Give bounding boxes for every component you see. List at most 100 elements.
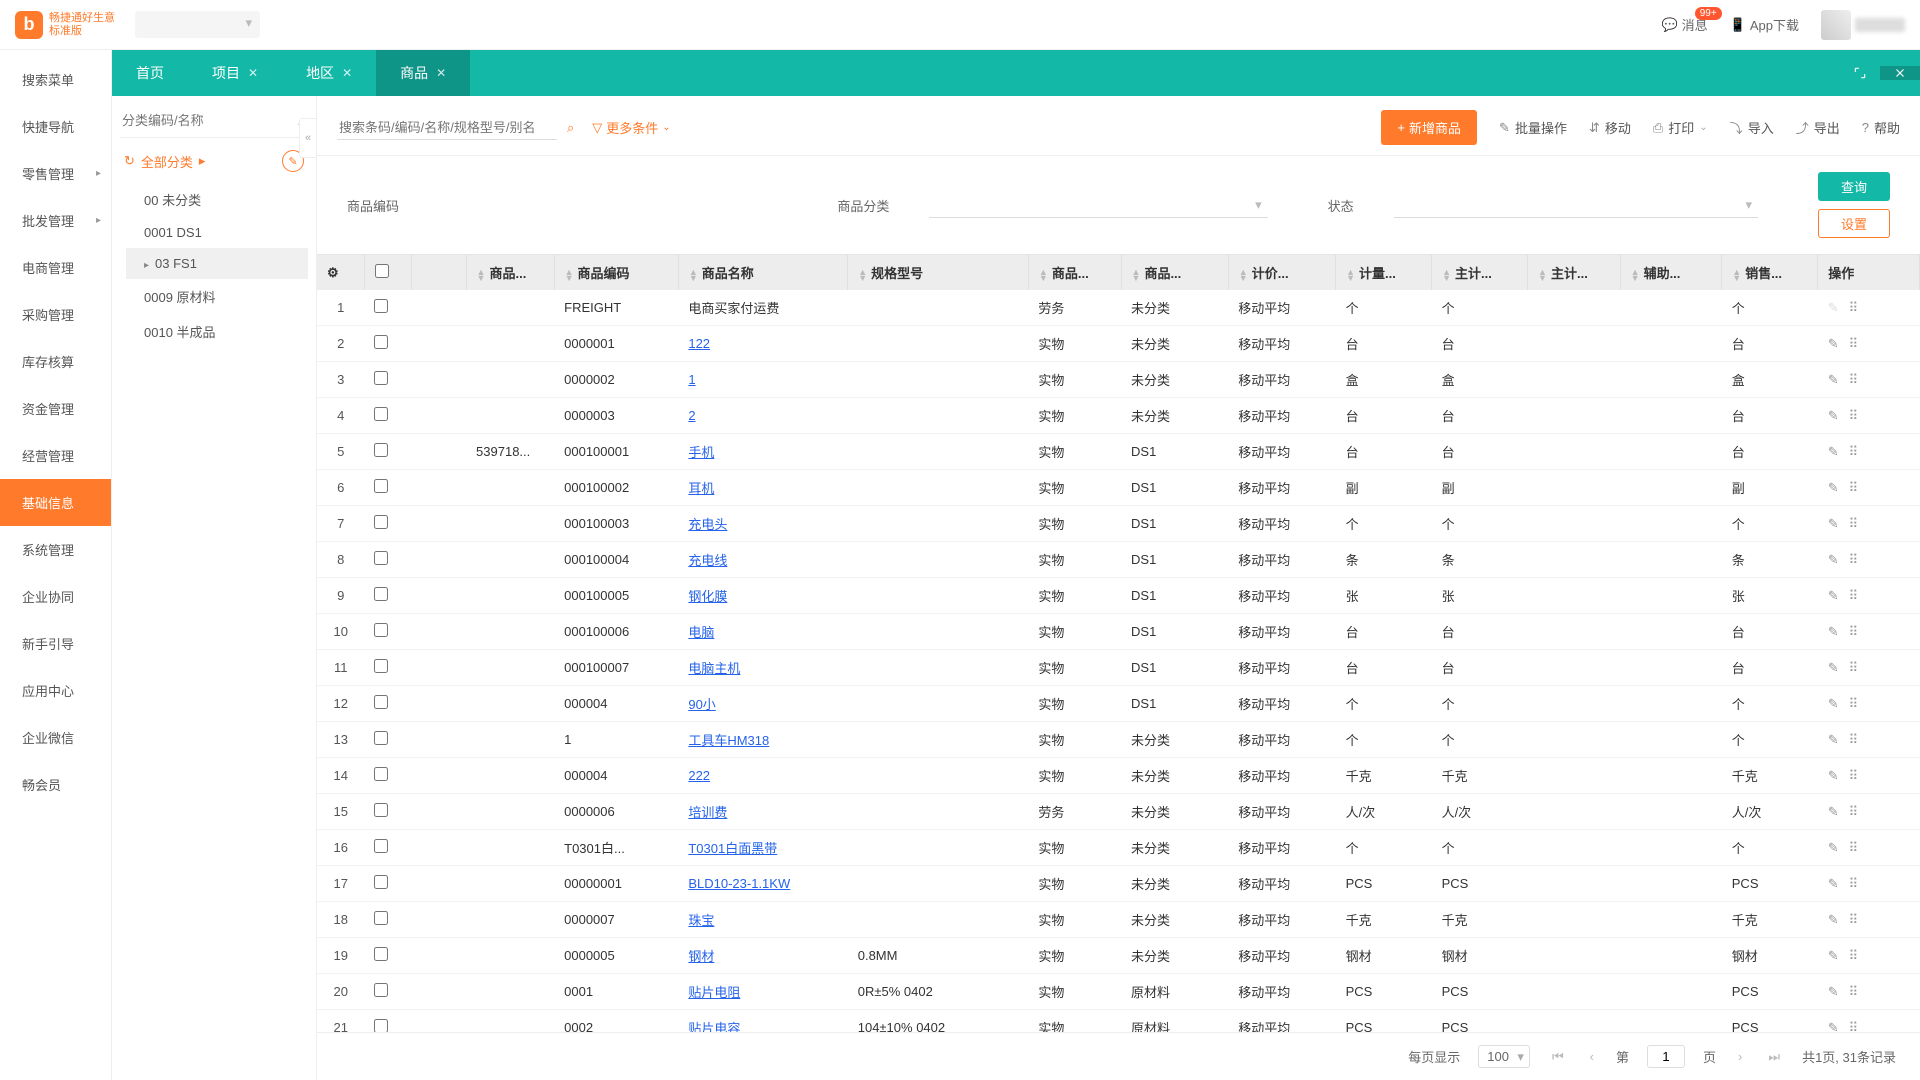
filter-status-select[interactable]: [1394, 193, 1758, 218]
product-name-link[interactable]: 充电线: [688, 553, 727, 568]
sidebar-item[interactable]: 企业协同: [0, 573, 111, 620]
sidebar-item[interactable]: 搜索菜单: [0, 56, 111, 103]
product-name-link[interactable]: 钢化膜: [688, 589, 727, 604]
category-node[interactable]: 00 未分类: [126, 182, 308, 217]
edit-icon[interactable]: ✎: [1828, 444, 1839, 459]
more-icon[interactable]: ⠿: [1849, 876, 1859, 891]
sidebar-item[interactable]: 电商管理: [0, 244, 111, 291]
toolbar-action[interactable]: ⤴导出: [1796, 118, 1840, 137]
row-checkbox[interactable]: [374, 299, 388, 313]
product-name-link[interactable]: 222: [688, 768, 710, 783]
more-icon[interactable]: ⠿: [1849, 912, 1859, 927]
prev-page-button[interactable]: ‹: [1586, 1049, 1598, 1064]
col-checkbox[interactable]: [364, 255, 411, 290]
table-row[interactable]: 1200000490小实物DS1移动平均个个个✎⠿: [317, 686, 1920, 722]
column-header[interactable]: ▲▼商品名称: [678, 255, 847, 290]
more-filters-toggle[interactable]: ▽ 更多条件 ⌄: [592, 118, 670, 137]
org-select[interactable]: [135, 11, 260, 38]
tab[interactable]: 地区✕: [282, 50, 376, 96]
product-name-link[interactable]: 钢材: [688, 949, 714, 964]
product-name-link[interactable]: 90小: [688, 697, 715, 712]
edit-icon[interactable]: ✎: [1828, 768, 1839, 783]
edit-icon[interactable]: ✎: [1828, 876, 1839, 891]
user-menu[interactable]: [1821, 10, 1905, 40]
edit-icon[interactable]: ✎: [1828, 696, 1839, 711]
column-header[interactable]: ▲▼主计...: [1528, 255, 1621, 290]
add-product-button[interactable]: + 新增商品: [1381, 110, 1477, 145]
category-node[interactable]: 0009 原材料: [126, 279, 308, 314]
settings-button[interactable]: 设置: [1818, 209, 1890, 238]
product-name-link[interactable]: 耳机: [688, 481, 714, 496]
tab[interactable]: 商品✕: [376, 50, 470, 96]
sidebar-item[interactable]: 快捷导航: [0, 103, 111, 150]
product-name-link[interactable]: 充电头: [688, 517, 727, 532]
more-icon[interactable]: ⠿: [1849, 516, 1859, 531]
more-icon[interactable]: ⠿: [1849, 444, 1859, 459]
row-checkbox[interactable]: [374, 839, 388, 853]
tab[interactable]: 项目✕: [188, 50, 282, 96]
row-checkbox[interactable]: [374, 947, 388, 961]
more-icon[interactable]: ⠿: [1849, 408, 1859, 423]
table-row[interactable]: 131工具车HM318实物未分类移动平均个个个✎⠿: [317, 722, 1920, 758]
filter-category-select[interactable]: [929, 193, 1267, 218]
more-icon[interactable]: ⠿: [1849, 624, 1859, 639]
table-row[interactable]: 11000100007电脑主机实物DS1移动平均台台台✎⠿: [317, 650, 1920, 686]
more-icon[interactable]: ⠿: [1849, 336, 1859, 351]
more-icon[interactable]: ⠿: [1849, 696, 1859, 711]
last-page-button[interactable]: ⏭: [1764, 1049, 1784, 1065]
row-checkbox[interactable]: [374, 659, 388, 673]
row-checkbox[interactable]: [374, 443, 388, 457]
edit-icon[interactable]: ✎: [1828, 732, 1839, 747]
sidebar-item[interactable]: 新手引导: [0, 620, 111, 667]
more-icon[interactable]: ⠿: [1849, 984, 1859, 999]
row-checkbox[interactable]: [374, 371, 388, 385]
edit-icon[interactable]: ✎: [1828, 1020, 1839, 1033]
sidebar-item[interactable]: 库存核算: [0, 338, 111, 385]
table-row[interactable]: 9000100005钢化膜实物DS1移动平均张张张✎⠿: [317, 578, 1920, 614]
next-page-button[interactable]: ›: [1734, 1049, 1746, 1064]
row-checkbox[interactable]: [374, 623, 388, 637]
column-header[interactable]: ▲▼计价...: [1228, 255, 1335, 290]
table-row[interactable]: 14000004222实物未分类移动平均千克千克千克✎⠿: [317, 758, 1920, 794]
product-name-link[interactable]: 贴片电容: [688, 1021, 740, 1032]
select-all-checkbox[interactable]: [375, 264, 389, 278]
row-checkbox[interactable]: [374, 551, 388, 565]
product-name-link[interactable]: 手机: [688, 445, 714, 460]
column-header[interactable]: ▲▼规格型号: [848, 255, 1029, 290]
row-checkbox[interactable]: [374, 803, 388, 817]
product-name-link[interactable]: 工具车HM318: [688, 733, 769, 748]
more-icon[interactable]: ⠿: [1849, 1020, 1859, 1033]
edit-icon[interactable]: ✎: [1828, 336, 1839, 351]
search-icon[interactable]: ⌕: [567, 120, 574, 136]
table-row[interactable]: 190000005钢材0.8MM实物未分类移动平均钢材钢材钢材✎⠿: [317, 938, 1920, 974]
close-all-tabs-button[interactable]: [1880, 66, 1920, 80]
query-button[interactable]: 查询: [1818, 172, 1890, 201]
edit-icon[interactable]: ✎: [1828, 660, 1839, 675]
refresh-icon[interactable]: ↻: [124, 153, 135, 169]
edit-icon[interactable]: ✎: [1828, 588, 1839, 603]
more-icon[interactable]: ⠿: [1849, 948, 1859, 963]
more-icon[interactable]: ⠿: [1849, 768, 1859, 783]
product-name-link[interactable]: T0301白面黑带: [688, 841, 777, 856]
fullscreen-button[interactable]: [1840, 66, 1880, 80]
row-checkbox[interactable]: [374, 695, 388, 709]
edit-icon[interactable]: ✎: [1828, 948, 1839, 963]
filter-code-input[interactable]: [439, 205, 777, 206]
close-icon[interactable]: ✕: [436, 66, 446, 80]
product-name-link[interactable]: 122: [688, 336, 710, 351]
toolbar-action[interactable]: ⎙打印⌄: [1653, 118, 1708, 137]
product-search-input[interactable]: [337, 116, 557, 140]
category-search-input[interactable]: [122, 113, 298, 128]
more-icon[interactable]: ⠿: [1849, 372, 1859, 387]
col-settings[interactable]: ⚙: [317, 255, 364, 290]
row-checkbox[interactable]: [374, 875, 388, 889]
edit-icon[interactable]: ✎: [1828, 408, 1839, 423]
more-icon[interactable]: ⠿: [1849, 552, 1859, 567]
row-checkbox[interactable]: [374, 983, 388, 997]
row-checkbox[interactable]: [374, 731, 388, 745]
sidebar-item[interactable]: 企业微信: [0, 714, 111, 761]
more-icon[interactable]: ⠿: [1849, 804, 1859, 819]
table-row[interactable]: 7000100003充电头实物DS1移动平均个个个✎⠿: [317, 506, 1920, 542]
more-icon[interactable]: ⠿: [1849, 480, 1859, 495]
column-header[interactable]: ▲▼商品...: [1028, 255, 1121, 290]
